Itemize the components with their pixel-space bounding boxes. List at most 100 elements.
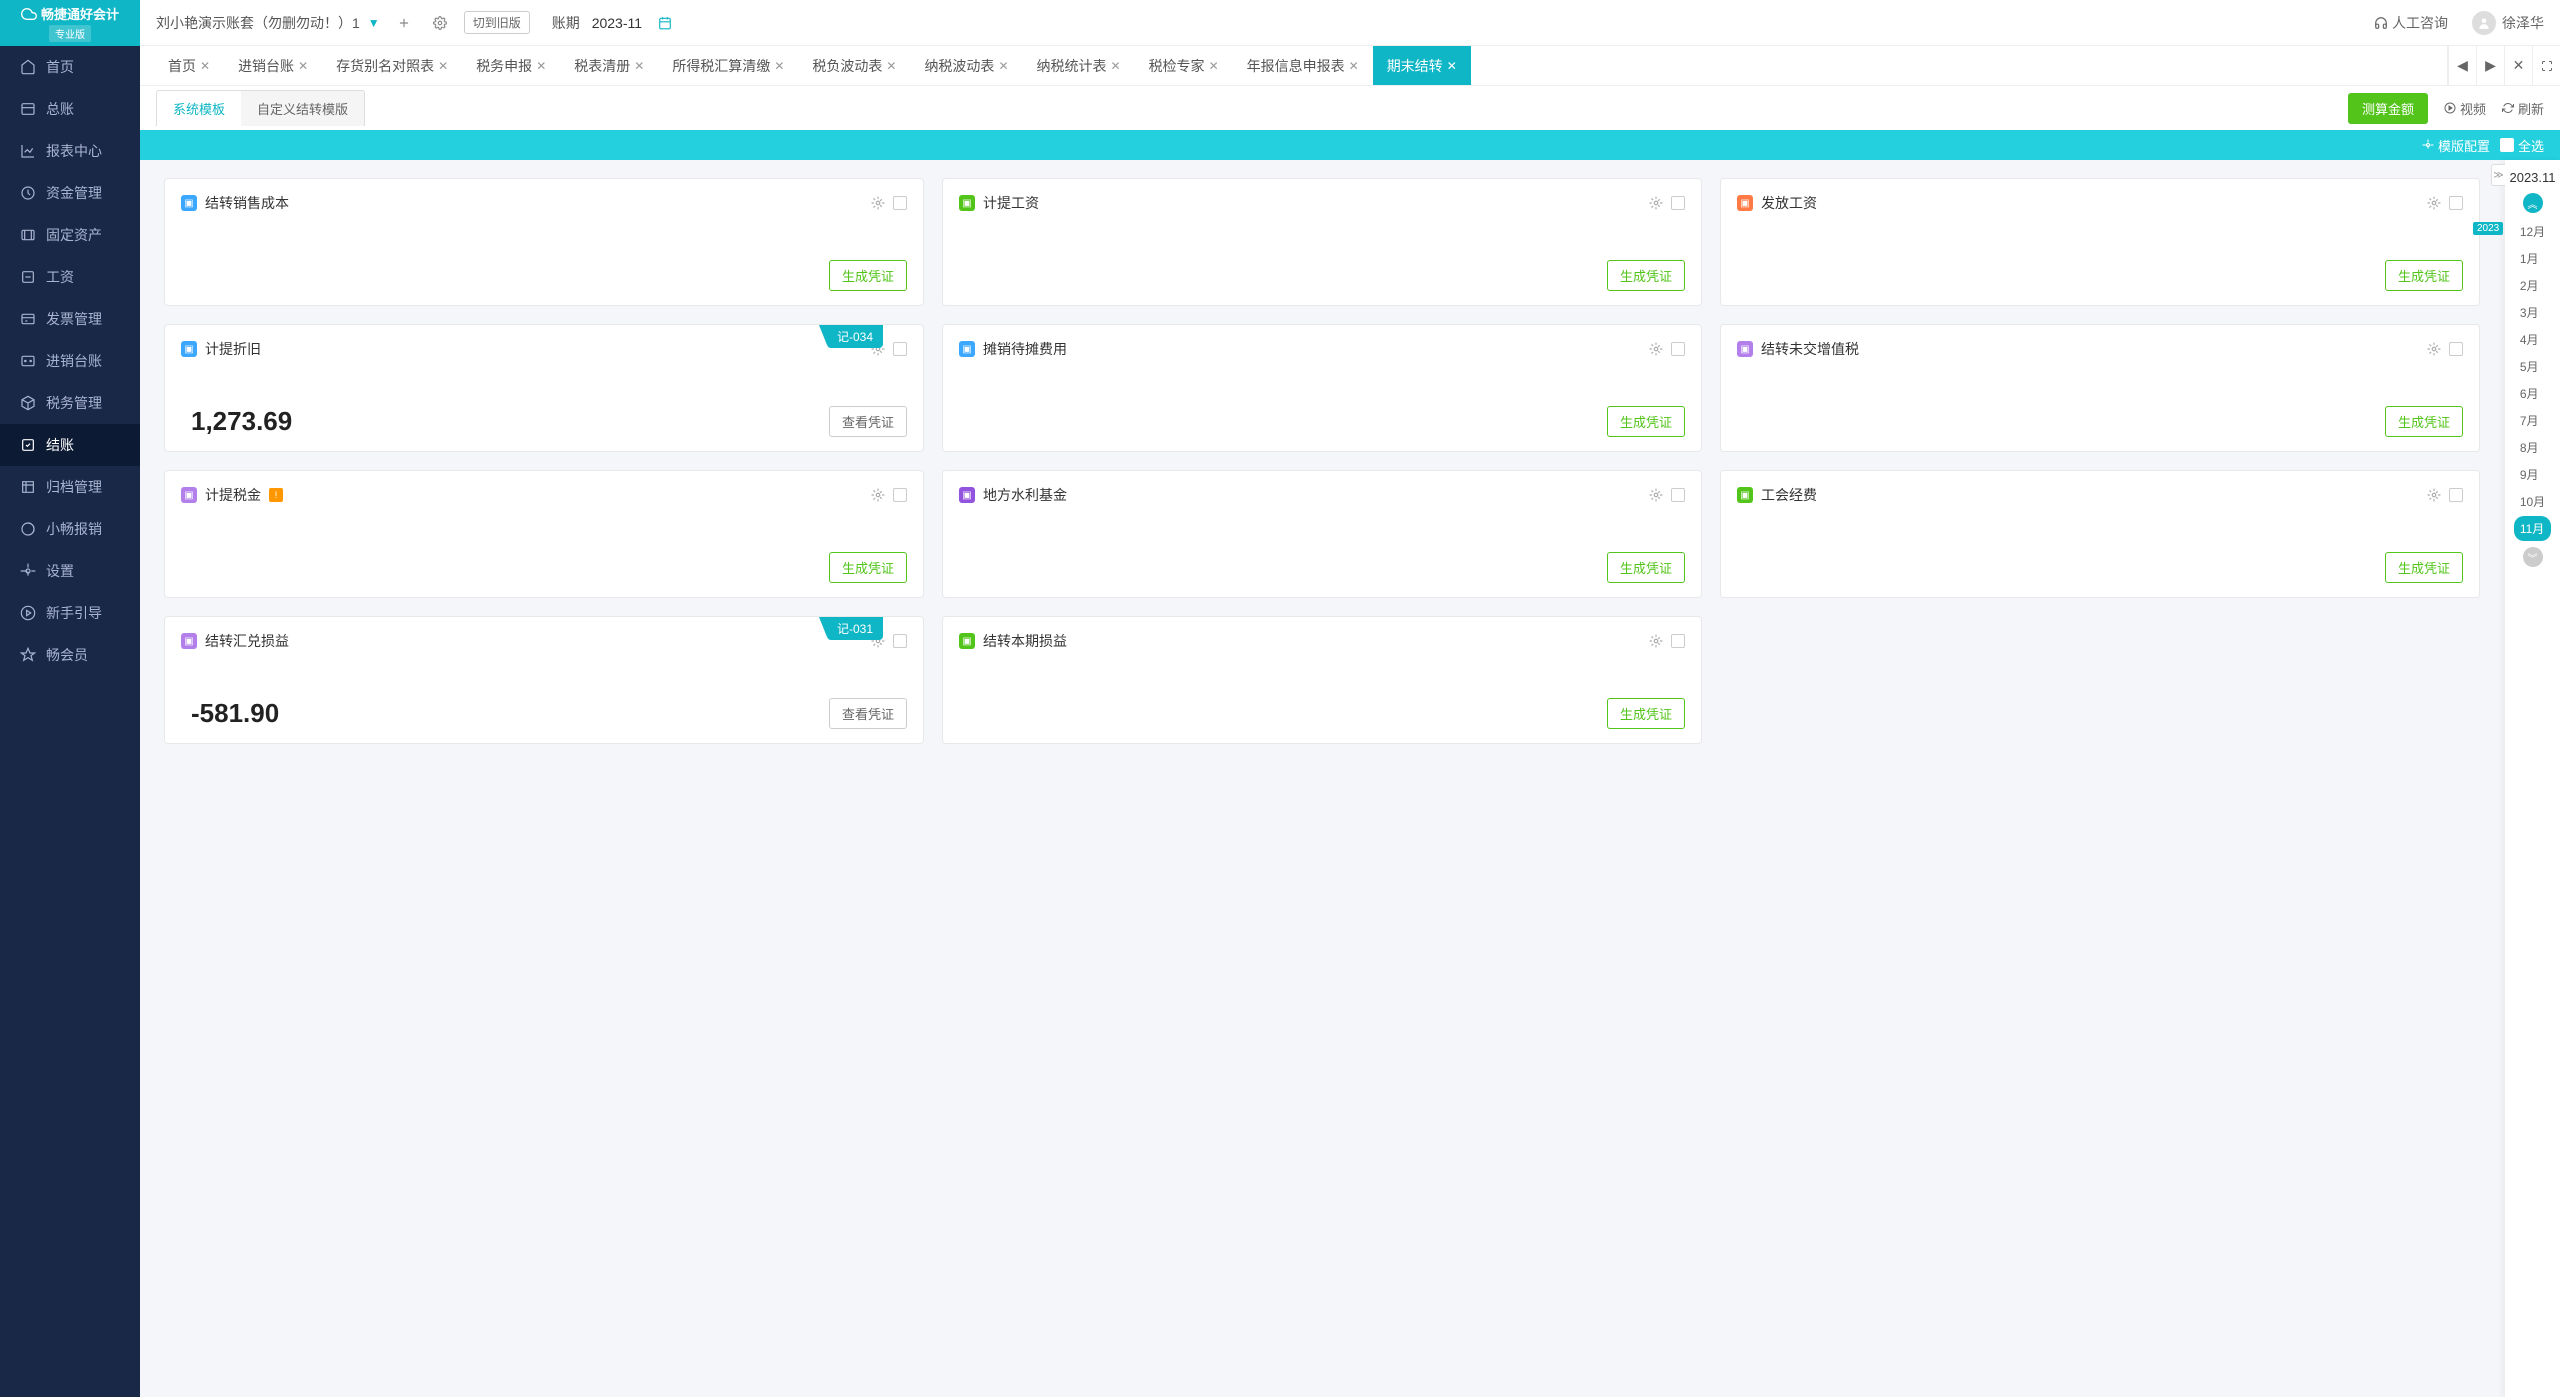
- nav-item-12[interactable]: 设置: [0, 550, 140, 592]
- card-checkbox[interactable]: [2449, 196, 2463, 210]
- month-item-10[interactable]: 10月: [2514, 489, 2551, 514]
- month-item-1[interactable]: 1月: [2514, 246, 2551, 271]
- tab-close-icon[interactable]: ✕: [200, 59, 210, 73]
- nav-item-6[interactable]: 发票管理: [0, 298, 140, 340]
- tab-11[interactable]: 期末结转✕: [1373, 46, 1471, 85]
- nav-item-13[interactable]: 新手引导: [0, 592, 140, 634]
- nav-item-2[interactable]: 报表中心: [0, 130, 140, 172]
- nav-item-14[interactable]: 畅会员: [0, 634, 140, 676]
- subtab-0[interactable]: 系统模板: [157, 91, 241, 126]
- card-settings-button[interactable]: [2427, 342, 2441, 356]
- card-settings-button[interactable]: [2427, 488, 2441, 502]
- tabs-next-button[interactable]: ▶: [2476, 46, 2504, 85]
- card-settings-button[interactable]: [1649, 634, 1663, 648]
- select-all-toggle[interactable]: 全选: [2500, 136, 2544, 155]
- card-checkbox[interactable]: [893, 196, 907, 210]
- card-action-button[interactable]: 生成凭证: [1607, 698, 1685, 729]
- card-checkbox[interactable]: [1671, 634, 1685, 648]
- month-item-11[interactable]: 11月: [2514, 516, 2551, 541]
- nav-item-3[interactable]: 资金管理: [0, 172, 140, 214]
- card-action-button[interactable]: 生成凭证: [1607, 260, 1685, 291]
- card-checkbox[interactable]: [2449, 342, 2463, 356]
- month-item-0[interactable]: 12月: [2514, 219, 2551, 244]
- consult-button[interactable]: 人工咨询: [2374, 13, 2448, 33]
- tab-close-icon[interactable]: ✕: [536, 59, 546, 73]
- account-settings-button[interactable]: [428, 11, 452, 35]
- tab-close-icon[interactable]: ✕: [1111, 59, 1121, 73]
- month-item-8[interactable]: 8月: [2514, 435, 2551, 460]
- tab-0[interactable]: 首页✕: [154, 46, 224, 85]
- card-action-button[interactable]: 生成凭证: [1607, 406, 1685, 437]
- tab-close-icon[interactable]: ✕: [774, 59, 784, 73]
- nav-item-1[interactable]: 总账: [0, 88, 140, 130]
- template-config-button[interactable]: 模版配置: [2422, 136, 2490, 155]
- card-action-button[interactable]: 查看凭证: [829, 406, 907, 437]
- tab-2[interactable]: 存货别名对照表✕: [322, 46, 462, 85]
- refresh-button[interactable]: 刷新: [2502, 99, 2544, 118]
- month-item-5[interactable]: 5月: [2514, 354, 2551, 379]
- tab-9[interactable]: 税检专家✕: [1135, 46, 1233, 85]
- month-item-3[interactable]: 3月: [2514, 300, 2551, 325]
- tab-6[interactable]: 税负波动表✕: [798, 46, 910, 85]
- tab-close-icon[interactable]: ✕: [634, 59, 644, 73]
- nav-item-4[interactable]: 固定资产: [0, 214, 140, 256]
- tab-4[interactable]: 税表清册✕: [560, 46, 658, 85]
- tab-7[interactable]: 纳税波动表✕: [910, 46, 1022, 85]
- fullscreen-button[interactable]: [2532, 46, 2560, 85]
- card-action-button[interactable]: 生成凭证: [2385, 406, 2463, 437]
- nav-item-8[interactable]: 税务管理: [0, 382, 140, 424]
- nav-item-5[interactable]: 工资: [0, 256, 140, 298]
- tab-close-icon[interactable]: ✕: [886, 59, 896, 73]
- card-action-button[interactable]: 生成凭证: [2385, 260, 2463, 291]
- card-settings-button[interactable]: [1649, 196, 1663, 210]
- nav-item-7[interactable]: 进销台账: [0, 340, 140, 382]
- card-action-button[interactable]: 生成凭证: [2385, 552, 2463, 583]
- rail-down-button[interactable]: ︾: [2523, 547, 2543, 567]
- rail-up-button[interactable]: ︽: [2523, 193, 2543, 213]
- old-version-button[interactable]: 切到旧版: [464, 11, 530, 34]
- tabs-close-all-button[interactable]: ✕: [2504, 46, 2532, 85]
- month-item-9[interactable]: 9月: [2514, 462, 2551, 487]
- card-settings-button[interactable]: [871, 196, 885, 210]
- tab-close-icon[interactable]: ✕: [1447, 59, 1457, 73]
- calculate-button[interactable]: 测算金额: [2348, 93, 2428, 124]
- card-action-button[interactable]: 生成凭证: [829, 260, 907, 291]
- card-action-button[interactable]: 生成凭证: [829, 552, 907, 583]
- month-item-6[interactable]: 6月: [2514, 381, 2551, 406]
- tab-10[interactable]: 年报信息申报表✕: [1233, 46, 1373, 85]
- tab-close-icon[interactable]: ✕: [438, 59, 448, 73]
- card-checkbox[interactable]: [893, 634, 907, 648]
- nav-item-10[interactable]: 归档管理: [0, 466, 140, 508]
- tab-8[interactable]: 纳税统计表✕: [1023, 46, 1135, 85]
- tabs-prev-button[interactable]: ◀: [2448, 46, 2476, 85]
- subtab-1[interactable]: 自定义结转模版: [241, 91, 364, 126]
- tab-1[interactable]: 进销台账✕: [224, 46, 322, 85]
- tab-close-icon[interactable]: ✕: [1349, 59, 1359, 73]
- month-item-4[interactable]: 4月: [2514, 327, 2551, 352]
- card-checkbox[interactable]: [1671, 196, 1685, 210]
- card-action-button[interactable]: 生成凭证: [1607, 552, 1685, 583]
- card-checkbox[interactable]: [893, 342, 907, 356]
- nav-item-0[interactable]: 首页: [0, 46, 140, 88]
- card-settings-button[interactable]: [1649, 488, 1663, 502]
- nav-item-9[interactable]: 结账: [0, 424, 140, 466]
- card-checkbox[interactable]: [2449, 488, 2463, 502]
- user-menu[interactable]: 徐泽华: [2472, 11, 2544, 35]
- tab-close-icon[interactable]: ✕: [1209, 59, 1219, 73]
- add-account-button[interactable]: [392, 11, 416, 35]
- month-item-2[interactable]: 2月: [2514, 273, 2551, 298]
- logo[interactable]: 畅捷通好会计 专业版: [0, 0, 140, 46]
- card-checkbox[interactable]: [1671, 342, 1685, 356]
- tab-3[interactable]: 税务申报✕: [462, 46, 560, 85]
- video-button[interactable]: 视频: [2444, 99, 2486, 118]
- card-settings-button[interactable]: [871, 488, 885, 502]
- calendar-icon[interactable]: [658, 16, 672, 30]
- month-item-7[interactable]: 7月: [2514, 408, 2551, 433]
- card-settings-button[interactable]: [1649, 342, 1663, 356]
- period-value[interactable]: 2023-11: [592, 15, 642, 31]
- tab-5[interactable]: 所得税汇算清缴✕: [658, 46, 798, 85]
- card-checkbox[interactable]: [1671, 488, 1685, 502]
- card-action-button[interactable]: 查看凭证: [829, 698, 907, 729]
- tab-close-icon[interactable]: ✕: [298, 59, 308, 73]
- account-selector[interactable]: 刘小艳演示账套（勿删勿动！）1 ▼: [156, 13, 380, 33]
